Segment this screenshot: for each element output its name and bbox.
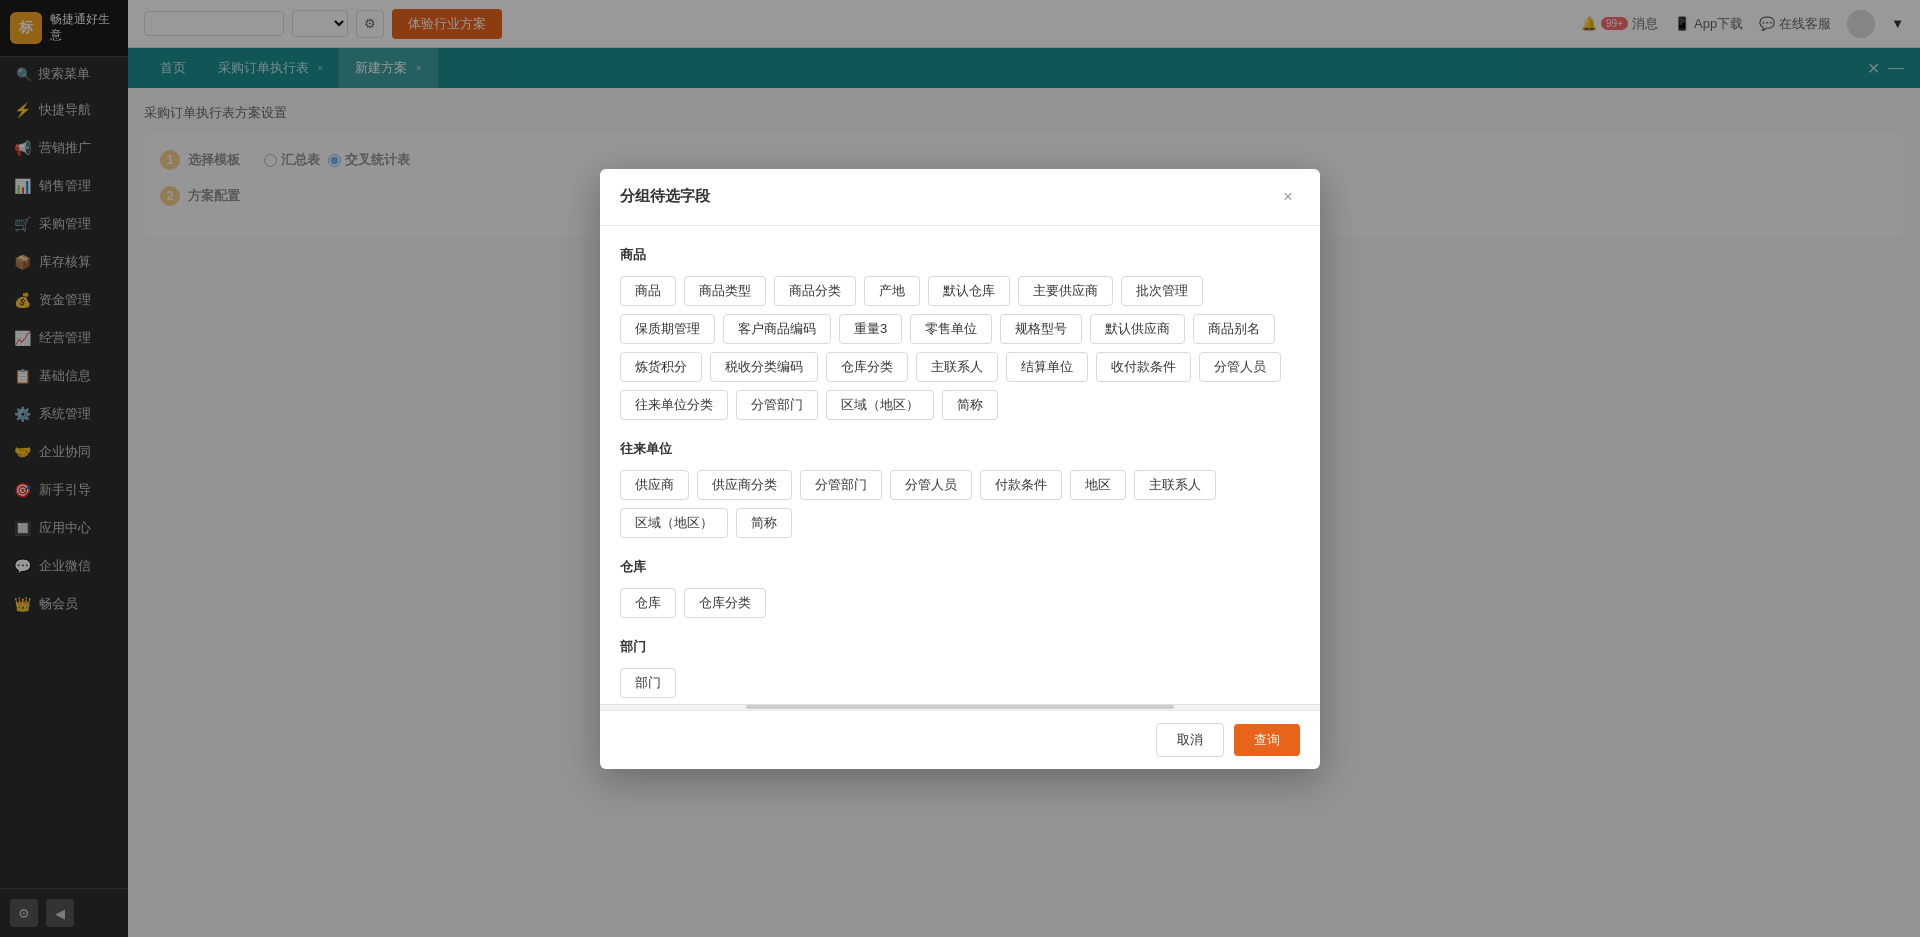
field-tag-goods-0[interactable]: 商品 <box>620 276 676 306</box>
field-tag-goods-4[interactable]: 默认仓库 <box>928 276 1010 306</box>
field-tag-department-0[interactable]: 部门 <box>620 668 676 698</box>
field-group-title-department: 部门 <box>620 638 1300 656</box>
field-tag-goods-13[interactable]: 商品别名 <box>1193 314 1275 344</box>
field-tags-department: 部门 <box>620 668 1300 698</box>
field-group-counterparty: 往来单位供应商供应商分类分管部门分管人员付款条件地区主联系人区域（地区） 简称 <box>620 440 1300 538</box>
modal-title: 分组待选字段 <box>620 187 710 206</box>
field-group-warehouse: 仓库仓库仓库分类 <box>620 558 1300 618</box>
field-tag-goods-2[interactable]: 商品分类 <box>774 276 856 306</box>
field-tag-goods-11[interactable]: 规格型号 <box>1000 314 1082 344</box>
field-group-department: 部门部门 <box>620 638 1300 698</box>
confirm-button[interactable]: 查询 <box>1234 724 1300 756</box>
modal-header: 分组待选字段 × <box>600 169 1320 226</box>
field-group-title-counterparty: 往来单位 <box>620 440 1300 458</box>
field-tag-counterparty-3[interactable]: 分管人员 <box>890 470 972 500</box>
field-group-goods: 商品商品商品类型商品分类产地默认仓库主要供应商批次管理保质期管理客户商品编码重量… <box>620 246 1300 420</box>
field-tag-goods-24[interactable]: 简称 <box>942 390 998 420</box>
field-tag-goods-6[interactable]: 批次管理 <box>1121 276 1203 306</box>
field-tag-goods-1[interactable]: 商品类型 <box>684 276 766 306</box>
field-tag-counterparty-7[interactable]: 区域（地区） <box>620 508 728 538</box>
modal-body: 商品商品商品类型商品分类产地默认仓库主要供应商批次管理保质期管理客户商品编码重量… <box>600 226 1320 704</box>
field-tag-counterparty-6[interactable]: 主联系人 <box>1134 470 1216 500</box>
field-tag-goods-15[interactable]: 税收分类编码 <box>710 352 818 382</box>
field-tags-counterparty: 供应商供应商分类分管部门分管人员付款条件地区主联系人区域（地区） 简称 <box>620 470 1300 538</box>
field-tag-goods-8[interactable]: 客户商品编码 <box>723 314 831 344</box>
field-tag-counterparty-4[interactable]: 付款条件 <box>980 470 1062 500</box>
field-tag-goods-19[interactable]: 收付款条件 <box>1096 352 1191 382</box>
field-tag-goods-16[interactable]: 仓库分类 <box>826 352 908 382</box>
modal-overlay[interactable]: 分组待选字段 × 商品商品商品类型商品分类产地默认仓库主要供应商批次管理保质期管… <box>0 0 1920 937</box>
field-tag-goods-20[interactable]: 分管人员 <box>1199 352 1281 382</box>
field-tag-goods-5[interactable]: 主要供应商 <box>1018 276 1113 306</box>
field-tag-counterparty-1[interactable]: 供应商分类 <box>697 470 792 500</box>
field-group-title-goods: 商品 <box>620 246 1300 264</box>
field-tag-counterparty-2[interactable]: 分管部门 <box>800 470 882 500</box>
field-tag-warehouse-0[interactable]: 仓库 <box>620 588 676 618</box>
field-tag-counterparty-0[interactable]: 供应商 <box>620 470 689 500</box>
field-select-modal: 分组待选字段 × 商品商品商品类型商品分类产地默认仓库主要供应商批次管理保质期管… <box>600 169 1320 769</box>
field-tag-counterparty-5[interactable]: 地区 <box>1070 470 1126 500</box>
field-group-title-warehouse: 仓库 <box>620 558 1300 576</box>
field-tag-goods-3[interactable]: 产地 <box>864 276 920 306</box>
cancel-button[interactable]: 取消 <box>1156 723 1224 757</box>
field-tag-goods-9[interactable]: 重量3 <box>839 314 902 344</box>
field-tag-goods-17[interactable]: 主联系人 <box>916 352 998 382</box>
field-tag-goods-23[interactable]: 区域（地区） <box>826 390 934 420</box>
field-tag-warehouse-1[interactable]: 仓库分类 <box>684 588 766 618</box>
modal-footer: 取消 查询 <box>600 710 1320 769</box>
field-tag-goods-12[interactable]: 默认供应商 <box>1090 314 1185 344</box>
field-tag-goods-22[interactable]: 分管部门 <box>736 390 818 420</box>
field-tags-warehouse: 仓库仓库分类 <box>620 588 1300 618</box>
field-tag-counterparty-8[interactable]: 简称 <box>736 508 792 538</box>
field-tag-goods-7[interactable]: 保质期管理 <box>620 314 715 344</box>
horizontal-scroll-thumb <box>746 705 1173 709</box>
field-tags-goods: 商品商品类型商品分类产地默认仓库主要供应商批次管理保质期管理客户商品编码重量3 零… <box>620 276 1300 420</box>
modal-close-btn[interactable]: × <box>1276 185 1300 209</box>
field-tag-goods-21[interactable]: 往来单位分类 <box>620 390 728 420</box>
field-tag-goods-14[interactable]: 炼货积分 <box>620 352 702 382</box>
field-tag-goods-18[interactable]: 结算单位 <box>1006 352 1088 382</box>
field-tag-goods-10[interactable]: 零售单位 <box>910 314 992 344</box>
